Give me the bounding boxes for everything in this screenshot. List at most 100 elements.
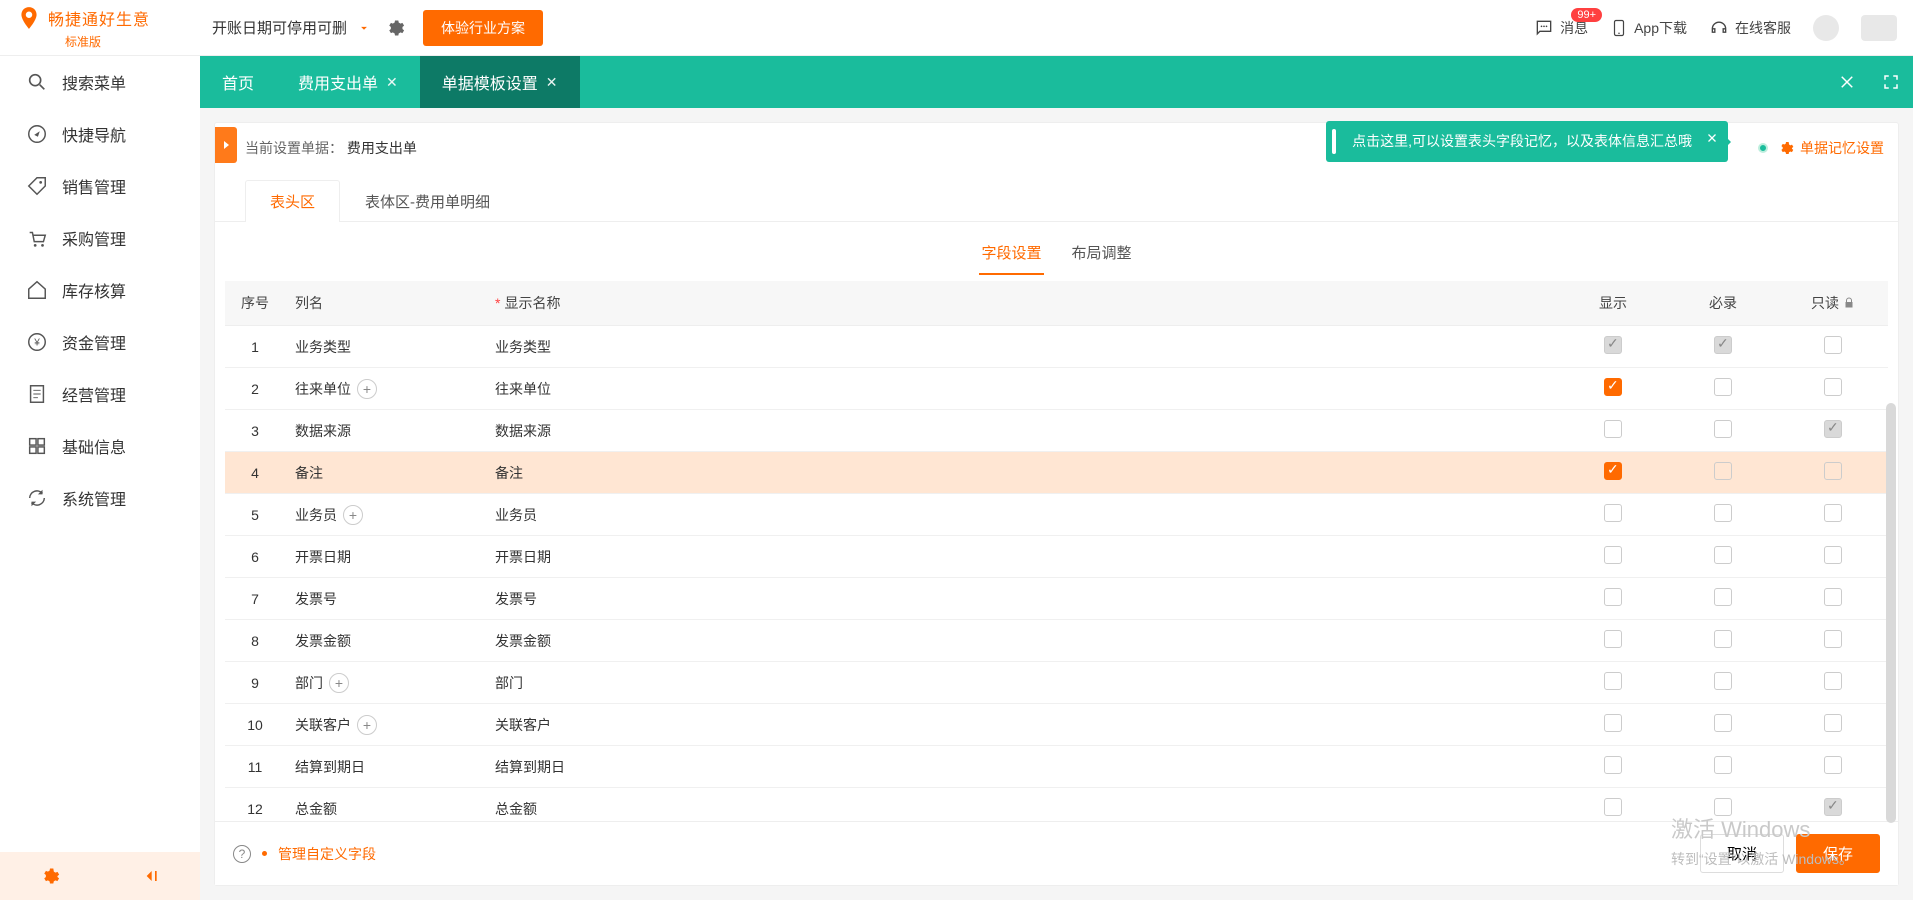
plus-button[interactable]: + <box>357 715 377 735</box>
checkbox[interactable] <box>1604 714 1622 732</box>
checkbox[interactable] <box>1604 588 1622 606</box>
table-row[interactable]: 6 开票日期 开票日期 <box>225 536 1888 578</box>
checkbox[interactable] <box>1604 756 1622 774</box>
nav-item-5[interactable]: ¥ 资金管理 <box>0 316 200 368</box>
nav-item-0[interactable]: 搜索菜单 <box>0 56 200 108</box>
cell-display[interactable]: 部门 <box>485 662 1558 704</box>
nav-item-2[interactable]: 销售管理 <box>0 160 200 212</box>
industry-cta-button[interactable]: 体验行业方案 <box>423 10 543 46</box>
checkbox[interactable] <box>1714 504 1732 522</box>
checkbox[interactable] <box>1714 672 1732 690</box>
checkbox[interactable] <box>1824 336 1842 354</box>
region-tab-1[interactable]: 表体区-费用单明细 <box>340 180 515 222</box>
cell-display[interactable]: 结算到期日 <box>485 746 1558 788</box>
tab-close-icon[interactable]: ✕ <box>386 74 398 91</box>
sub-tab-0[interactable]: 字段设置 <box>979 236 1043 275</box>
checkbox[interactable] <box>1714 588 1732 606</box>
cancel-button[interactable]: 取消 <box>1700 834 1784 873</box>
cell-display[interactable]: 往来单位 <box>485 368 1558 410</box>
footer-gear-icon[interactable] <box>40 866 60 886</box>
checkbox[interactable] <box>1824 504 1842 522</box>
cell-display[interactable]: 数据来源 <box>485 410 1558 452</box>
checkbox[interactable] <box>1824 588 1842 606</box>
checkbox[interactable] <box>1714 756 1732 774</box>
table-row[interactable]: 12 总金额 总金额 <box>225 788 1888 822</box>
settings-gear-button[interactable] <box>385 18 405 38</box>
checkbox[interactable] <box>1714 798 1732 816</box>
checkbox[interactable] <box>1714 714 1732 732</box>
user-avatar[interactable] <box>1861 15 1897 41</box>
table-row[interactable]: 8 发票金额 发票金额 <box>225 620 1888 662</box>
nav-item-6[interactable]: 经营管理 <box>0 368 200 420</box>
checkbox[interactable] <box>1824 378 1842 396</box>
scrollbar[interactable] <box>1886 403 1896 823</box>
region-tab-0[interactable]: 表头区 <box>245 180 340 222</box>
user-avatar-small[interactable] <box>1813 15 1839 41</box>
nav-item-3[interactable]: 采购管理 <box>0 212 200 264</box>
tip-close-button[interactable] <box>1706 129 1718 150</box>
cell-display[interactable]: 业务员 <box>485 494 1558 536</box>
sub-tab-1[interactable]: 布局调整 <box>1070 236 1134 275</box>
table-row[interactable]: 3 数据来源 数据来源 <box>225 410 1888 452</box>
checkbox[interactable] <box>1604 546 1622 564</box>
checkbox[interactable] <box>1714 546 1732 564</box>
checkbox[interactable] <box>1824 672 1842 690</box>
messages-button[interactable]: 消息 99+ <box>1534 18 1588 38</box>
checkbox[interactable] <box>1824 756 1842 774</box>
nav-item-4[interactable]: 库存核算 <box>0 264 200 316</box>
checkbox[interactable] <box>1604 504 1622 522</box>
cell-display[interactable]: 关联客户 <box>485 704 1558 746</box>
app-download-button[interactable]: App下载 <box>1610 18 1687 38</box>
table-row[interactable]: 7 发票号 发票号 <box>225 578 1888 620</box>
tab-1[interactable]: 费用支出单 ✕ <box>276 56 420 108</box>
tab-close-icon[interactable]: ✕ <box>546 74 558 91</box>
table-row[interactable]: 10 关联客户+ 关联客户 <box>225 704 1888 746</box>
nav-item-7[interactable]: 基础信息 <box>0 420 200 472</box>
tab-0[interactable]: 首页 <box>200 56 276 108</box>
tab-2[interactable]: 单据模板设置 ✕ <box>420 56 580 108</box>
cell-display[interactable]: 业务类型 <box>485 326 1558 368</box>
plus-button[interactable]: + <box>343 505 363 525</box>
checkbox[interactable] <box>1604 630 1622 648</box>
nav-item-label: 快捷导航 <box>62 122 126 146</box>
save-button[interactable]: 保存 <box>1796 834 1880 873</box>
checkbox[interactable] <box>1604 462 1622 480</box>
table-row[interactable]: 9 部门+ 部门 <box>225 662 1888 704</box>
checkbox[interactable] <box>1604 420 1622 438</box>
cell-display[interactable]: 发票金额 <box>485 620 1558 662</box>
manage-custom-fields-link[interactable]: ? 管理自定义字段 <box>233 844 376 864</box>
table-wrap[interactable]: 序号 列名 *显示名称 显示 必录 只读 1 业务类型 业务类型 <box>225 281 1888 821</box>
cell-readonly <box>1778 620 1888 662</box>
nav-item-8[interactable]: 系统管理 <box>0 472 200 524</box>
cell-display[interactable]: 备注 <box>485 452 1558 494</box>
table-row[interactable]: 1 业务类型 业务类型 <box>225 326 1888 368</box>
checkbox[interactable] <box>1824 714 1842 732</box>
table-row[interactable]: 11 结算到期日 结算到期日 <box>225 746 1888 788</box>
close-all-tabs-button[interactable] <box>1825 56 1869 108</box>
online-service-button[interactable]: 在线客服 <box>1709 18 1791 38</box>
checkbox[interactable] <box>1824 630 1842 648</box>
checkbox[interactable] <box>1604 672 1622 690</box>
cell-display[interactable]: 总金额 <box>485 788 1558 822</box>
checkbox[interactable] <box>1824 462 1842 480</box>
nav-item-1[interactable]: 快捷导航 <box>0 108 200 160</box>
checkbox[interactable] <box>1604 378 1622 396</box>
cell-display[interactable]: 发票号 <box>485 578 1558 620</box>
checkbox[interactable] <box>1824 546 1842 564</box>
checkbox[interactable] <box>1714 420 1732 438</box>
account-switcher[interactable]: 开账日期可停用可删 <box>212 17 371 38</box>
table-row[interactable]: 2 往来单位+ 往来单位 <box>225 368 1888 410</box>
table-row[interactable]: 4 备注 备注 <box>225 452 1888 494</box>
plus-button[interactable]: + <box>357 379 377 399</box>
checkbox[interactable] <box>1604 798 1622 816</box>
memory-settings-link[interactable]: 单据记忆设置 <box>1758 138 1884 158</box>
checkbox[interactable] <box>1714 378 1732 396</box>
table-row[interactable]: 5 业务员+ 业务员 <box>225 494 1888 536</box>
cell-display[interactable]: 开票日期 <box>485 536 1558 578</box>
fullscreen-button[interactable] <box>1869 56 1913 108</box>
collapse-nav-icon[interactable] <box>139 866 161 886</box>
checkbox[interactable] <box>1714 630 1732 648</box>
checkbox[interactable] <box>1714 462 1732 480</box>
expand-sidebar-button[interactable] <box>215 127 237 163</box>
plus-button[interactable]: + <box>329 673 349 693</box>
